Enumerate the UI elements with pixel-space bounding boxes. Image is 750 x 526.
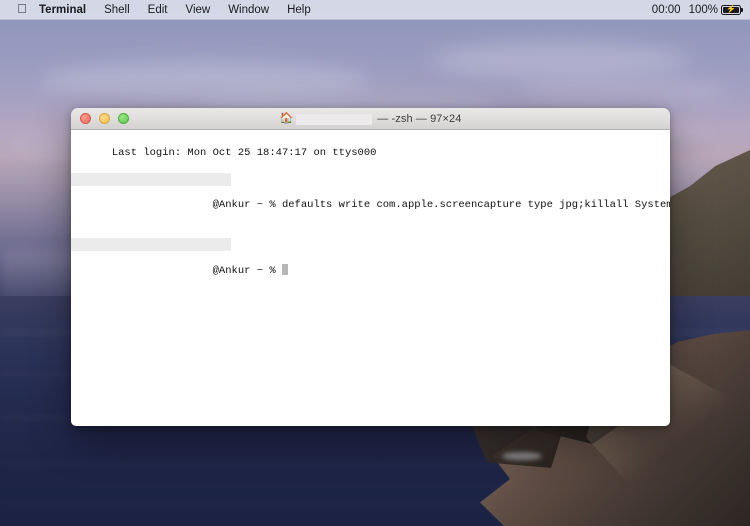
battery-charging-icon[interactable]: ⚡ [721, 4, 744, 15]
cloud [430, 42, 690, 78]
home-folder-icon: 🏠 [279, 112, 294, 124]
menu-bar-clock[interactable]: 00:00 [652, 4, 681, 16]
menu-item-edit[interactable]: Edit [139, 0, 177, 20]
redacted-hostname [71, 173, 231, 186]
menu-item-view[interactable]: View [176, 0, 219, 20]
last-login-text: Last login: Mon Oct 25 18:47:17 on ttys0… [111, 147, 377, 159]
window-title: 🏠 — -zsh — 97×24 [71, 108, 670, 130]
redacted-username-title [296, 113, 373, 125]
redacted-hostname [71, 238, 231, 251]
terminal-line-command: @Ankur ~ % defaults write com.apple.scre… [71, 173, 670, 225]
window-title-text: — -zsh — 97×24 [377, 113, 462, 125]
block-cursor [281, 264, 288, 275]
battery-percent-label: 100% [688, 3, 718, 16]
cloud [520, 78, 730, 104]
terminal-window[interactable]: 🏠 — -zsh — 97×24 Last login: Mon Oct 25 … [71, 108, 670, 426]
wallpaper-sea-foam [502, 452, 542, 460]
terminal-content-area[interactable]: Last login: Mon Oct 25 18:47:17 on ttys0… [71, 130, 670, 426]
battery-status[interactable]: 100% ⚡ [688, 3, 744, 16]
terminal-line-prompt: @Ankur ~ % [71, 238, 670, 291]
menu-item-shell[interactable]: Shell [95, 0, 139, 20]
maximize-button[interactable] [118, 113, 129, 124]
close-button[interactable] [80, 113, 91, 124]
window-title-bar[interactable]: 🏠 — -zsh — 97×24 [71, 108, 670, 130]
terminal-line-login: Last login: Mon Oct 25 18:47:17 on ttys0… [71, 134, 670, 173]
menu-bar:  Terminal Shell Edit View Window Help 0… [0, 0, 750, 20]
minimize-button[interactable] [99, 113, 110, 124]
apple-logo-icon[interactable]:  [11, 2, 33, 17]
menu-item-window[interactable]: Window [219, 0, 278, 20]
menu-item-help[interactable]: Help [278, 0, 320, 20]
command-line-text: @Ankur ~ % defaults write com.apple.scre… [111, 199, 670, 211]
menu-bar-left:  Terminal Shell Edit View Window Help [0, 0, 320, 20]
traffic-light-group [71, 113, 129, 124]
charging-bolt-icon: ⚡ [726, 4, 736, 13]
menu-bar-status-area: 00:00 100% ⚡ [652, 4, 750, 16]
menu-item-terminal[interactable]: Terminal [33, 0, 95, 20]
prompt-text: @Ankur ~ % [111, 265, 282, 277]
